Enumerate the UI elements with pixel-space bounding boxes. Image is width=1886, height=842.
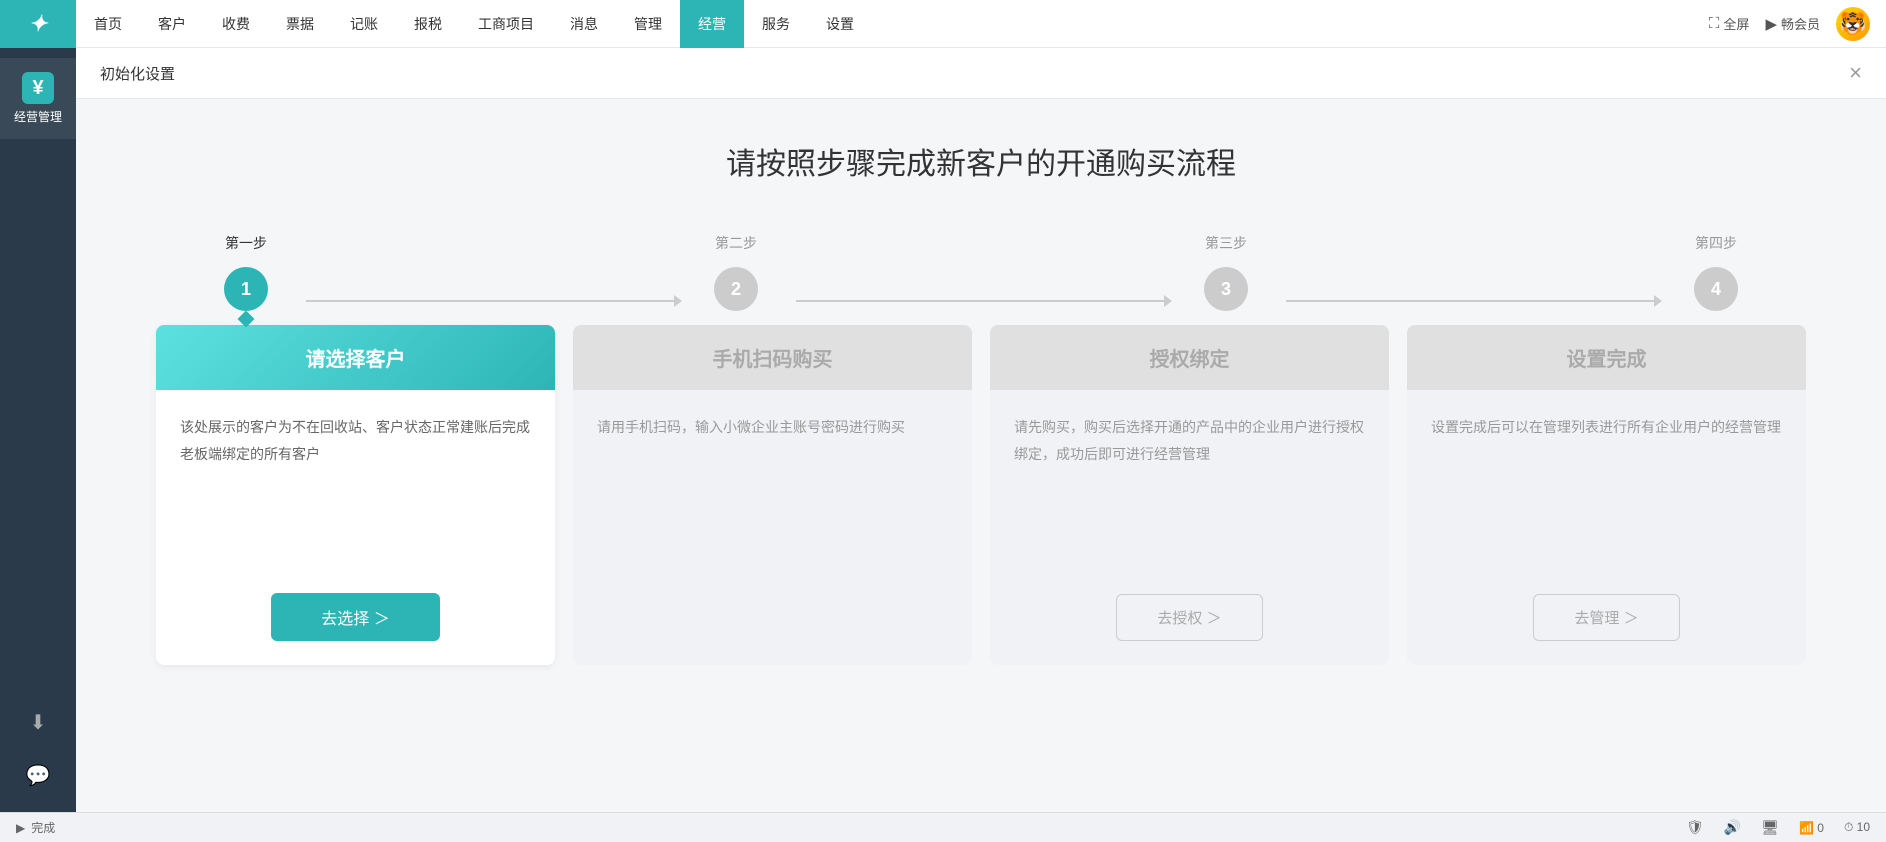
card-4-body: 设置完成后可以在管理列表进行所有企业用户的经营管理	[1407, 390, 1806, 465]
card-1-body: 该处展示的客户为不在回收站、客户状态正常建账后完成老板端绑定的所有客户	[156, 390, 555, 491]
step-3-circle: 3	[1204, 267, 1248, 311]
time-status: ⏱ 10	[1844, 820, 1870, 835]
step-4-label: 第四步	[1695, 233, 1737, 253]
steps-progress: 第一步 1 第二步 2	[156, 233, 1806, 311]
step-card-3: 授权绑定 请先购买，购买后选择开通的产品中的企业用户进行授权绑定，成功后即可进行…	[990, 325, 1389, 665]
fullscreen-button[interactable]: ⛶ 全屏	[1709, 14, 1750, 33]
sidebar-download[interactable]: ⬇	[0, 696, 76, 749]
page-title: 初始化设置	[100, 63, 175, 84]
connector-2	[796, 300, 1166, 302]
step-card-4: 设置完成 设置完成后可以在管理列表进行所有企业用户的经营管理 去管理 ＞	[1407, 325, 1806, 665]
fullscreen-icon: ⛶	[1709, 15, 1720, 32]
sidebar: ¥ 经营管理 ⬇ 💬	[0, 48, 76, 812]
sidebar-item-label: 经营管理	[14, 108, 62, 125]
nav-item-account[interactable]: 记账	[332, 0, 396, 48]
go-manage-button[interactable]: 去管理 ＞	[1533, 594, 1679, 641]
main-content: 初始化设置 × 请按照步骤完成新客户的开通购买流程 第一步 1	[76, 48, 1886, 812]
card-3-header: 授权绑定	[990, 325, 1389, 390]
status-right: 🛡 🔊 🖥 📶 0 ⏱ 10	[1686, 819, 1870, 836]
close-button[interactable]: ×	[1849, 62, 1862, 84]
setup-heading: 请按照步骤完成新客户的开通购买流程	[156, 139, 1806, 183]
nav-item-invoice[interactable]: 票据	[268, 0, 332, 48]
step-2-circle: 2	[714, 267, 758, 311]
step-1-label: 第一步	[225, 233, 267, 253]
card-4-header: 设置完成	[1407, 325, 1806, 390]
step-1-circle: 1	[224, 267, 268, 311]
go-auth-button[interactable]: 去授权 ＞	[1116, 594, 1262, 641]
volume-icon: 🔊	[1724, 819, 1741, 836]
nav-item-home[interactable]: 首页	[76, 0, 140, 48]
step-3-wrapper: 第三步 3	[1166, 233, 1286, 311]
yuan-icon: ¥	[22, 72, 54, 104]
card-3-footer: 去授权 ＞	[990, 594, 1389, 641]
card-2-body: 请用手机扫码，输入小微企业主账号密码进行购买	[573, 390, 972, 465]
status-bar: ▶ 完成 🛡 🔊 🖥 📶 0 ⏱ 10	[0, 812, 1886, 842]
vip-icon: ▶	[1765, 15, 1777, 33]
play-icon: ▶	[16, 821, 25, 835]
nav-item-tax[interactable]: 报税	[396, 0, 460, 48]
nav-item-settings[interactable]: 设置	[808, 0, 872, 48]
nav-item-manage[interactable]: 管理	[616, 0, 680, 48]
nav-bar: 首页 客户 收费 票据 记账 报税 工商项目 消息 管理 经营 服务 设置	[76, 0, 872, 48]
vip-button[interactable]: ▶ 畅会员	[1765, 14, 1820, 33]
step-1-wrapper: 第一步 1	[186, 233, 306, 311]
chat-icon: 💬	[26, 763, 51, 788]
page-header: 初始化设置 ×	[76, 48, 1886, 99]
nav-item-message[interactable]: 消息	[552, 0, 616, 48]
step-4-circle: 4	[1694, 267, 1738, 311]
nav-item-fee[interactable]: 收费	[204, 0, 268, 48]
shield-icon: 🛡	[1686, 819, 1704, 836]
sidebar-item-operate[interactable]: ¥ 经营管理	[0, 58, 76, 139]
card-3-body: 请先购买，购买后选择开通的产品中的企业用户进行授权绑定，成功后即可进行经营管理	[990, 390, 1389, 491]
setup-panel: 请按照步骤完成新客户的开通购买流程 第一步 1 第二步 2	[76, 99, 1886, 705]
nav-item-business[interactable]: 工商项目	[460, 0, 552, 48]
connector-1	[306, 300, 676, 302]
card-4-footer: 去管理 ＞	[1407, 594, 1806, 641]
step-2-label: 第二步	[715, 233, 757, 253]
display-icon: 🖥	[1761, 819, 1779, 836]
logo: ✦	[0, 0, 76, 48]
step-4-wrapper: 第四步 4	[1656, 233, 1776, 311]
step-2-wrapper: 第二步 2	[676, 233, 796, 311]
nav-item-customer[interactable]: 客户	[140, 0, 204, 48]
card-1-footer: 去选择 ＞	[156, 593, 555, 641]
card-2-header: 手机扫码购买	[573, 325, 972, 390]
cards-row: 请选择客户 该处展示的客户为不在回收站、客户状态正常建账后完成老板端绑定的所有客…	[156, 325, 1806, 665]
nav-item-service[interactable]: 服务	[744, 0, 808, 48]
step-card-1: 请选择客户 该处展示的客户为不在回收站、客户状态正常建账后完成老板端绑定的所有客…	[156, 325, 555, 665]
avatar[interactable]: 🐯	[1836, 7, 1870, 41]
step-card-2: 手机扫码购买 请用手机扫码，输入小微企业主账号密码进行购买	[573, 325, 972, 665]
step-3-label: 第三步	[1205, 233, 1247, 253]
go-select-button[interactable]: 去选择 ＞	[271, 593, 439, 641]
download-icon: ⬇	[30, 710, 47, 735]
network-status: 📶 0	[1799, 821, 1824, 835]
nav-item-operate[interactable]: 经营	[680, 0, 744, 48]
sidebar-chat[interactable]: 💬	[0, 749, 76, 802]
nav-right: ⛶ 全屏 ▶ 畅会员 🐯	[1709, 7, 1886, 41]
connector-3	[1286, 300, 1656, 302]
card-1-header: 请选择客户	[156, 325, 555, 390]
status-text: 完成	[31, 819, 55, 836]
